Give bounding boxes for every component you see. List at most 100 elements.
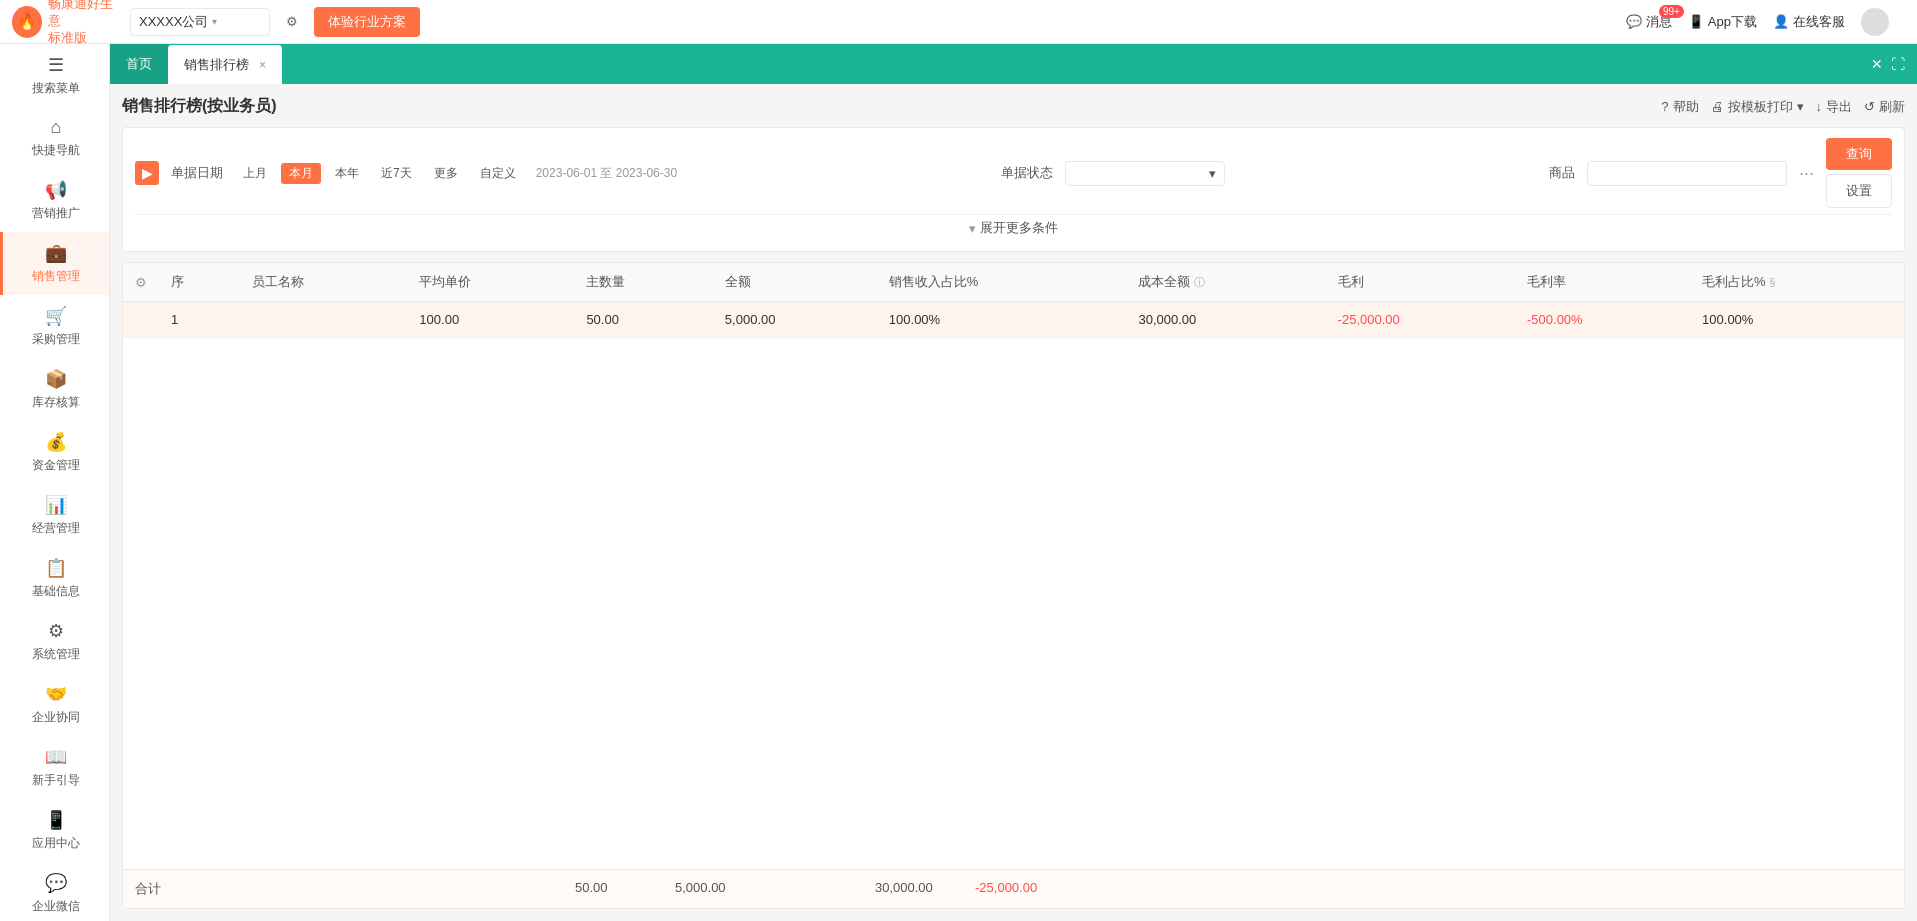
sidebar-item-purchase[interactable]: 🛒 采购管理 bbox=[0, 295, 109, 358]
settings-icon[interactable]: ⚙ bbox=[278, 8, 306, 36]
sidebar-item-corp-collab[interactable]: 🤝 企业协同 bbox=[0, 673, 109, 736]
operations-icon: 📊 bbox=[45, 494, 67, 516]
tab-close-icon[interactable]: × bbox=[259, 58, 266, 72]
cell-avg-price: 100.00 bbox=[407, 302, 574, 338]
logo-icon: 🔥 bbox=[12, 6, 42, 38]
refresh-icon: ↺ bbox=[1864, 99, 1875, 114]
sidebar-item-label: 新手引导 bbox=[32, 772, 80, 789]
refresh-label: 刷新 bbox=[1879, 98, 1905, 116]
top-bar: 🔥 畅康通好生意 标准版 XXXXX公司 ▾ ⚙ 体验行业方案 💬 消息 99+… bbox=[0, 0, 1917, 44]
th-gross-pct: 毛利占比% § bbox=[1690, 263, 1904, 302]
this-year-button[interactable]: 本年 bbox=[327, 163, 367, 184]
footer-cost: 30,000.00 bbox=[875, 880, 955, 898]
sidebar-item-label: 企业协同 bbox=[32, 709, 80, 726]
th-amount: 全额 bbox=[713, 263, 877, 302]
avatar[interactable] bbox=[1861, 8, 1889, 36]
company-name: XXXXX公司 bbox=[139, 13, 208, 31]
sidebar-item-basic-info[interactable]: 📋 基础信息 bbox=[0, 547, 109, 610]
app-center-icon: 📱 bbox=[45, 809, 67, 831]
message-icon: 💬 bbox=[1626, 14, 1642, 29]
app-download-button[interactable]: 📱 App下载 bbox=[1688, 13, 1757, 31]
sidebar-item-app-center[interactable]: 📱 应用中心 bbox=[0, 799, 109, 862]
sidebar-item-quick-nav[interactable]: ⌂ 快捷导航 bbox=[0, 107, 109, 169]
sidebar-item-label: 基础信息 bbox=[32, 583, 80, 600]
sidebar-item-label: 搜索菜单 bbox=[32, 80, 80, 97]
page-content: 销售排行榜(按业务员) ? 帮助 🖨 按模板打印 ▾ ↓ 导出 bbox=[110, 84, 1917, 921]
sidebar-item-label: 销售管理 bbox=[32, 268, 80, 285]
cell-name bbox=[240, 302, 407, 338]
footer-label: 合计 bbox=[135, 880, 215, 898]
sidebar-item-label: 营销推广 bbox=[32, 205, 80, 222]
message-button[interactable]: 💬 消息 99+ bbox=[1626, 13, 1672, 31]
footer-gross: -25,000.00 bbox=[975, 880, 1055, 898]
sidebar-item-label: 库存核算 bbox=[32, 394, 80, 411]
this-month-button[interactable]: 本月 bbox=[281, 163, 321, 184]
last-month-button[interactable]: 上月 bbox=[235, 163, 275, 184]
settings-button[interactable]: 设置 bbox=[1826, 174, 1892, 208]
online-service-button[interactable]: 👤 在线客服 bbox=[1773, 13, 1845, 31]
marketing-icon: 📢 bbox=[45, 179, 67, 201]
expand-down-icon: ▾ bbox=[969, 221, 976, 236]
export-button[interactable]: ↓ 导出 bbox=[1816, 98, 1853, 116]
tab-home[interactable]: 首页 bbox=[110, 44, 168, 84]
export-label: 导出 bbox=[1826, 98, 1852, 116]
sidebar-item-guide[interactable]: 📖 新手引导 bbox=[0, 736, 109, 799]
status-select[interactable]: ▾ bbox=[1065, 161, 1225, 186]
goods-filter-label: 商品 bbox=[1549, 164, 1575, 182]
logo-area: 🔥 畅康通好生意 标准版 bbox=[12, 0, 122, 47]
print-button[interactable]: 🖨 按模板打印 ▾ bbox=[1711, 98, 1804, 116]
sidebar-item-finance[interactable]: 💰 资金管理 bbox=[0, 421, 109, 484]
cell-cost: 30,000.00 bbox=[1126, 302, 1325, 338]
th-avg-price: 平均单价 bbox=[407, 263, 574, 302]
status-chevron-icon: ▾ bbox=[1209, 166, 1216, 181]
sidebar-item-label: 经营管理 bbox=[32, 520, 80, 537]
basic-info-icon: 📋 bbox=[45, 557, 67, 579]
content-area: 首页 销售排行榜 × ✕ ⛶ 销售排行榜(按业务员) ? 帮助 bbox=[110, 44, 1917, 921]
finance-icon: 💰 bbox=[45, 431, 67, 453]
sales-icon: 💼 bbox=[45, 242, 67, 264]
goods-more-icon[interactable]: ··· bbox=[1799, 164, 1814, 182]
sidebar-item-sys-mgmt[interactable]: ⚙ 系统管理 bbox=[0, 610, 109, 673]
refresh-button[interactable]: ↺ 刷新 bbox=[1864, 98, 1905, 116]
query-button[interactable]: 查询 bbox=[1826, 138, 1892, 170]
sidebar-item-label: 采购管理 bbox=[32, 331, 80, 348]
sidebar-item-marketing[interactable]: 📢 营销推广 bbox=[0, 169, 109, 232]
tab-close-window-icon[interactable]: ✕ bbox=[1871, 56, 1883, 72]
tab-sales-rank[interactable]: 销售排行榜 × bbox=[168, 45, 282, 85]
purchase-icon: 🛒 bbox=[45, 305, 67, 327]
sidebar-item-corp-wechat[interactable]: 💬 企业微信 bbox=[0, 862, 109, 921]
company-selector[interactable]: XXXXX公司 ▾ bbox=[130, 8, 270, 36]
custom-date-button[interactable]: 自定义 bbox=[472, 163, 524, 184]
sidebar-item-sales[interactable]: 💼 销售管理 bbox=[0, 232, 109, 295]
cell-amount: 5,000.00 bbox=[713, 302, 877, 338]
sidebar-item-search[interactable]: ☰ 搜索菜单 bbox=[0, 44, 109, 107]
table-wrapper: ⚙ 序 员工名称 平均单价 主数量 全额 销售收入占比% 成本全额 ⓘ 毛利 毛… bbox=[123, 263, 1904, 869]
tab-maximize-icon[interactable]: ⛶ bbox=[1891, 56, 1905, 72]
cell-qty: 50.00 bbox=[574, 302, 712, 338]
filter-toggle-button[interactable]: ▶ bbox=[135, 161, 159, 185]
help-icon: ? bbox=[1661, 99, 1668, 114]
home-icon: ⌂ bbox=[51, 117, 62, 138]
sidebar-item-label: 资金管理 bbox=[32, 457, 80, 474]
goods-input[interactable] bbox=[1587, 161, 1787, 186]
table-section: ⚙ 序 员工名称 平均单价 主数量 全额 销售收入占比% 成本全额 ⓘ 毛利 毛… bbox=[122, 262, 1905, 909]
cell-rank: 1 bbox=[159, 302, 240, 338]
sidebar-item-operations[interactable]: 📊 经营管理 bbox=[0, 484, 109, 547]
export-icon: ↓ bbox=[1816, 99, 1823, 114]
tab-home-label: 首页 bbox=[126, 55, 152, 73]
table-row: 1 100.00 50.00 5,000.00 100.00% 30,000.0… bbox=[123, 302, 1904, 338]
cell-gross-rate: -500.00% bbox=[1515, 302, 1690, 338]
app-icon: 📱 bbox=[1688, 14, 1704, 29]
help-label: 帮助 bbox=[1673, 98, 1699, 116]
help-button[interactable]: ? 帮助 bbox=[1661, 98, 1698, 116]
sidebar-item-label: 系统管理 bbox=[32, 646, 80, 663]
last7-button[interactable]: 近7天 bbox=[373, 163, 420, 184]
date-shortcuts: 上月 本月 本年 近7天 更多 自定义 bbox=[235, 163, 524, 184]
expand-more-button[interactable]: ▾ 展开更多条件 bbox=[135, 214, 1892, 241]
sidebar-item-inventory[interactable]: 📦 库存核算 bbox=[0, 358, 109, 421]
trial-button[interactable]: 体验行业方案 bbox=[314, 7, 420, 37]
cell-gross-pct: 100.00% bbox=[1690, 302, 1904, 338]
more-date-button[interactable]: 更多 bbox=[426, 163, 466, 184]
th-settings[interactable]: ⚙ bbox=[123, 263, 159, 302]
cost-info-icon: ⓘ bbox=[1194, 276, 1205, 288]
